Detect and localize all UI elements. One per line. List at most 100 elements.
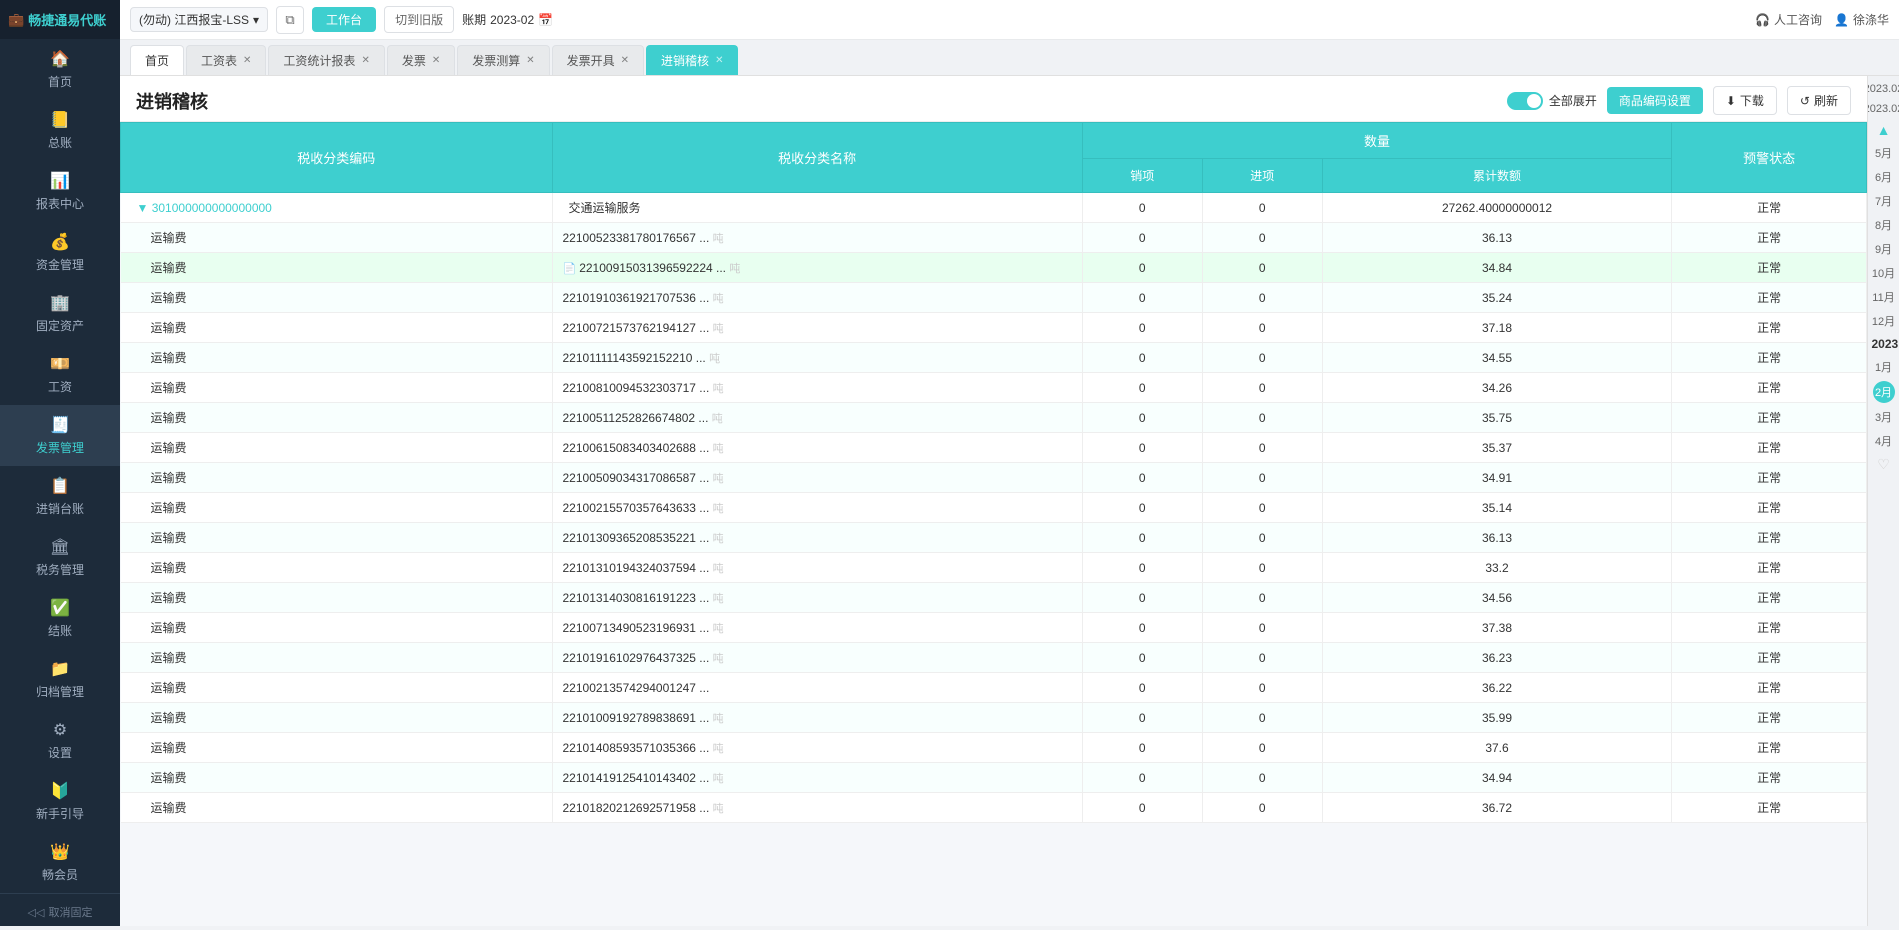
reports-icon: 📊 (50, 171, 70, 191)
cell-sales: 0 (1082, 523, 1202, 553)
sidebar-item-settings[interactable]: ⚙ 设置 (0, 710, 120, 771)
switch-old-button[interactable]: 切到旧版 (384, 6, 454, 33)
sidebar-item-label: 新手引导 (36, 805, 84, 822)
cell-invoice: 22101820212692571958 ... 吨 (552, 793, 1082, 823)
tab-home[interactable]: 首页 (130, 45, 184, 75)
right-panel-month-3[interactable]: 3月 (1870, 406, 1898, 428)
expand-toggle[interactable]: 全部展开 (1507, 92, 1597, 110)
cell-status: 正常 (1672, 313, 1867, 343)
period-label: 账期 (462, 11, 486, 28)
sidebar-item-label: 畅会员 (42, 866, 78, 883)
sidebar-item-salary[interactable]: 💴 工资 (0, 344, 120, 405)
cell-name: 运输费 (121, 343, 553, 373)
cell-sales: 0 (1082, 583, 1202, 613)
table-row: 运输费 22101314030816191223 ... 吨 0 0 34.56… (121, 583, 1867, 613)
right-panel-month-4[interactable]: 4月 (1870, 430, 1898, 452)
cell-invoice: 22101916102976437325 ... 吨 (552, 643, 1082, 673)
cell-invoice: 22100509034317086587 ... 吨 (552, 463, 1082, 493)
tab-salary-report[interactable]: 工资统计报表 ✕ (268, 45, 384, 75)
sidebar-item-member[interactable]: 👑 畅会员 (0, 832, 120, 893)
calendar-icon[interactable]: 📅 (538, 13, 553, 27)
th-purchase: 进项 (1202, 159, 1322, 193)
tab-close-icon[interactable]: ✕ (526, 55, 534, 66)
sidebar-item-guide[interactable]: 🔰 新手引导 (0, 771, 120, 832)
cell-status: 正常 (1672, 253, 1867, 283)
cell-status: 正常 (1672, 673, 1867, 703)
archive-icon: 📁 (50, 659, 70, 679)
sidebar-item-archive[interactable]: 📁 归档管理 (0, 649, 120, 710)
period-value: 2023-02 (490, 13, 534, 27)
logo-icon: 💼 (8, 12, 24, 28)
salary-icon: 💴 (50, 354, 70, 374)
sales-ledger-icon: 📋 (50, 476, 70, 496)
page-actions: 全部展开 商品编码设置 ⬇ 下载 ↺ 刷新 (1507, 86, 1851, 115)
sidebar-item-assets[interactable]: 🏢 固定资产 (0, 283, 120, 344)
cell-status: 正常 (1672, 733, 1867, 763)
toggle-switch[interactable] (1507, 92, 1543, 110)
panel-arrow-up[interactable]: ▲ (1875, 120, 1893, 140)
expand-icon[interactable]: ▼ 301000000000000000 (137, 201, 272, 215)
assets-icon: 🏢 (50, 293, 70, 313)
sidebar-item-label: 首页 (48, 73, 72, 90)
panel-heart: ♡ (1875, 454, 1892, 475)
download-button[interactable]: ⬇ 下载 (1713, 86, 1777, 115)
tab-invoice[interactable]: 发票 ✕ (387, 45, 455, 75)
sidebar-unpin[interactable]: ◁◁ 取消固定 (0, 893, 120, 930)
th-sales: 销项 (1082, 159, 1202, 193)
right-panel-month-10[interactable]: 10月 (1870, 262, 1898, 284)
right-panel-month-12[interactable]: 12月 (1870, 310, 1898, 332)
sidebar-item-tax[interactable]: 🏛 税务管理 (0, 527, 120, 588)
tab-close-icon[interactable]: ✕ (621, 55, 629, 66)
sidebar-item-sales-ledger[interactable]: 📋 进销台账 (0, 466, 120, 527)
cell-status: 正常 (1672, 493, 1867, 523)
cell-cumulative: 37.6 (1322, 733, 1672, 763)
cell-cumulative: 37.18 (1322, 313, 1672, 343)
sidebar-item-invoice[interactable]: 🧾 发票管理 (0, 405, 120, 466)
table-row: ▼ 301000000000000000 交通运输服务 0 0 27262.40… (121, 193, 1867, 223)
commodity-settings-button[interactable]: 商品编码设置 (1607, 87, 1703, 114)
sidebar-item-reports[interactable]: 📊 报表中心 (0, 161, 120, 222)
cell-purchase: 0 (1202, 193, 1322, 223)
sidebar-item-home[interactable]: 🏠 首页 (0, 39, 120, 100)
cell-purchase: 0 (1202, 703, 1322, 733)
right-panel-month-5[interactable]: 5月 (1870, 142, 1898, 164)
tab-close-icon[interactable]: ✕ (715, 55, 723, 66)
support-button[interactable]: 🎧 人工咨询 (1755, 11, 1822, 28)
sidebar-item-ledger[interactable]: 📒 总账 (0, 100, 120, 161)
sidebar-item-close[interactable]: ✅ 结账 (0, 588, 120, 649)
cell-sales: 0 (1082, 703, 1202, 733)
right-panel-month-6[interactable]: 6月 (1870, 166, 1898, 188)
tab-invoice-issue[interactable]: 发票开具 ✕ (552, 45, 644, 75)
user-button[interactable]: 👤 徐涤华 (1834, 11, 1889, 28)
sidebar-item-label: 工资 (48, 378, 72, 395)
cell-cumulative: 35.99 (1322, 703, 1672, 733)
company-name: (勿动) 江西报宝-LSS (139, 11, 249, 28)
refresh-button[interactable]: ↺ 刷新 (1787, 86, 1851, 115)
tab-salary-table[interactable]: 工资表 ✕ (186, 45, 266, 75)
right-panel-month-2-current[interactable]: 2月 (1873, 381, 1895, 403)
cell-purchase: 0 (1202, 763, 1322, 793)
cell-invoice: 22101910361921707536 ... 吨 (552, 283, 1082, 313)
company-selector[interactable]: (勿动) 江西报宝-LSS ▾ (130, 7, 268, 32)
right-panel-month-1[interactable]: 1月 (1870, 356, 1898, 378)
tab-invoice-calc[interactable]: 发票测算 ✕ (457, 45, 549, 75)
sidebar-item-finance[interactable]: 💰 资金管理 (0, 222, 120, 283)
cell-name: 运输费 (121, 373, 553, 403)
tab-close-icon[interactable]: ✕ (243, 55, 251, 66)
right-panel-month-8[interactable]: 8月 (1870, 214, 1898, 236)
cell-status: 正常 (1672, 463, 1867, 493)
cell-invoice: 22100511252826674802 ... 吨 (552, 403, 1082, 433)
tab-close-icon[interactable]: ✕ (361, 55, 369, 66)
cell-sales: 0 (1082, 403, 1202, 433)
right-panel-month-9[interactable]: 9月 (1870, 238, 1898, 260)
tab-sales-audit[interactable]: 进销稽核 ✕ (646, 45, 738, 75)
workbench-button[interactable]: 工作台 (312, 7, 376, 32)
page-main: 进销稽核 全部展开 商品编码设置 ⬇ 下载 ↺ 刷 (120, 76, 1867, 926)
cell-purchase: 0 (1202, 403, 1322, 433)
cell-purchase: 0 (1202, 583, 1322, 613)
tab-close-icon[interactable]: ✕ (432, 55, 440, 66)
right-panel-month-11[interactable]: 11月 (1870, 286, 1898, 308)
copy-button[interactable]: ⧉ (276, 6, 304, 34)
cell-sales: 0 (1082, 253, 1202, 283)
right-panel-month-7[interactable]: 7月 (1870, 190, 1898, 212)
